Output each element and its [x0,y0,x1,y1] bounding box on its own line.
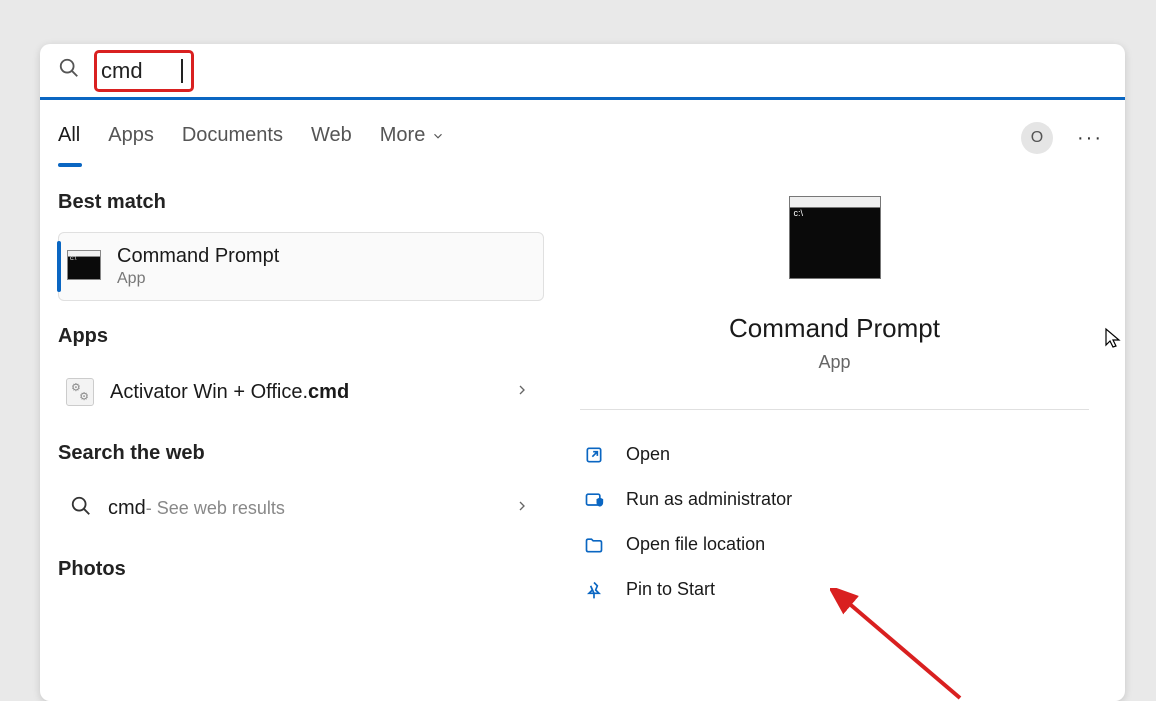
tab-web[interactable]: Web [311,124,352,165]
result-title: Activator Win + Office.cmd [110,381,349,403]
text-cursor [181,59,183,83]
result-command-prompt[interactable]: Command Prompt App [58,232,544,301]
chevron-right-icon [514,498,530,519]
start-search-panel: All Apps Documents Web More O ··· Best m… [40,44,1125,701]
preview-column: Command Prompt App Open Run as administr… [558,165,1111,612]
search-input[interactable] [101,58,181,84]
folder-icon [584,535,604,555]
cmd-icon-large [789,205,881,279]
search-highlight [94,50,194,92]
filter-tabs: All Apps Documents Web More O ··· [40,100,1125,165]
shield-icon [584,490,604,510]
action-open-file-location[interactable]: Open file location [580,522,1089,567]
action-open[interactable]: Open [580,432,1089,477]
preview-title: Command Prompt [580,313,1089,344]
result-subtitle: App [117,270,279,288]
open-icon [584,445,604,465]
best-match-label: Best match [58,191,544,214]
search-icon [58,57,80,84]
chevron-right-icon [514,382,530,403]
preview-subtitle: App [580,352,1089,373]
batch-file-icon [66,378,94,406]
web-query-text: cmd [108,497,146,520]
chevron-down-icon [431,129,445,143]
search-web-label: Search the web [58,442,544,465]
action-run-as-admin[interactable]: Run as administrator [580,477,1089,522]
more-options-icon[interactable]: ··· [1077,127,1103,150]
web-hint-text: - See web results [146,498,285,519]
search-icon [70,495,92,522]
result-activator[interactable]: Activator Win + Office.cmd [58,366,544,418]
search-bar [40,44,1125,100]
cmd-icon [67,254,101,280]
tab-documents[interactable]: Documents [182,124,283,165]
preview-actions: Open Run as administrator Open file loca… [580,409,1089,612]
tab-all[interactable]: All [58,124,80,165]
result-web-search[interactable]: cmd - See web results [58,483,544,534]
apps-label: Apps [58,325,544,348]
tab-more[interactable]: More [380,124,446,165]
result-title: Command Prompt [117,245,279,268]
pin-icon [584,580,604,600]
user-avatar[interactable]: O [1021,122,1053,154]
photos-label: Photos [58,558,544,581]
tab-apps[interactable]: Apps [108,124,154,165]
action-pin-to-start[interactable]: Pin to Start [580,567,1089,612]
results-column: Best match Command Prompt App Apps Activ… [40,165,544,612]
